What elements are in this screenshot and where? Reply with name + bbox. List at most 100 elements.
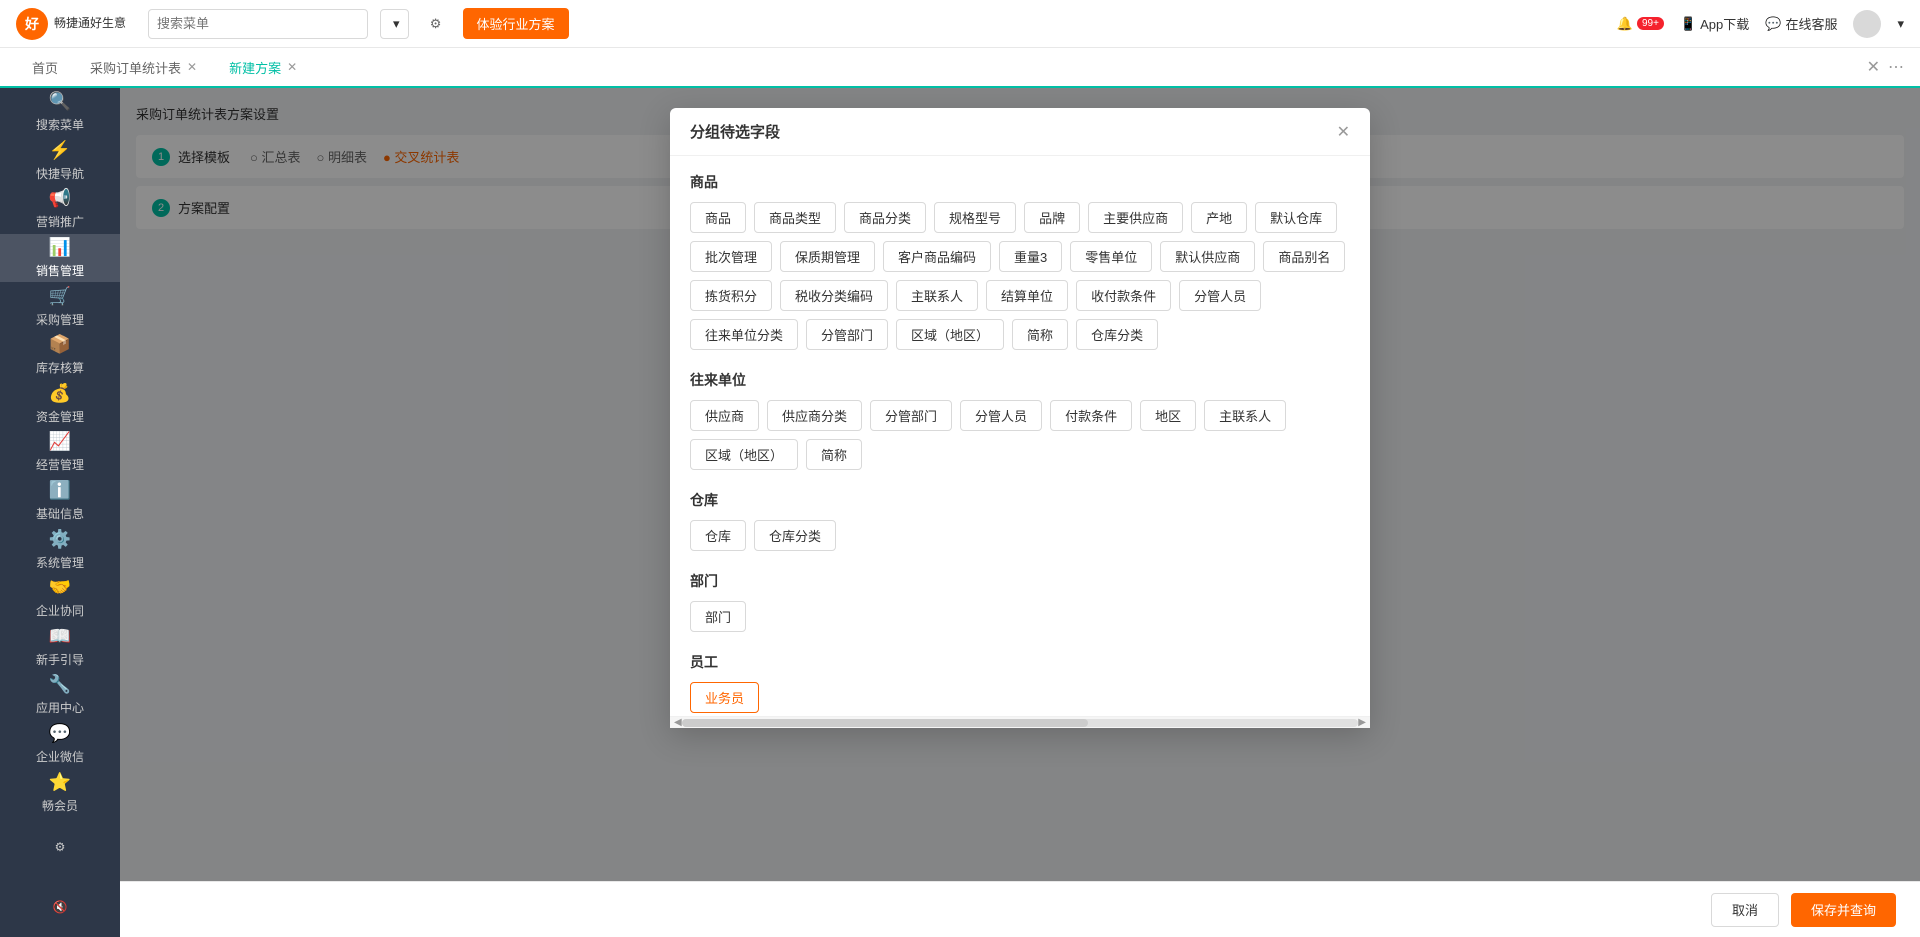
field-chip-settlement-unit[interactable]: 结算单位	[986, 280, 1068, 311]
sidebar-item-wechat[interactable]: 💬 企业微信	[0, 720, 120, 769]
enterprise-icon: 🤝	[49, 577, 71, 598]
field-chip-brand[interactable]: 品牌	[1024, 202, 1080, 233]
modal-body[interactable]: 商品 商品 商品类型 商品分类 规格型号 品牌 主要供应商 产地 默认仓库 批次…	[670, 156, 1370, 716]
marketing-icon: 📢	[49, 188, 71, 209]
field-chip-product[interactable]: 商品	[690, 202, 746, 233]
tab-new-plan[interactable]: 新建方案 ✕	[213, 48, 313, 88]
sidebar-item-purchase-label: 采购管理	[36, 311, 84, 328]
modal-horizontal-scrollbar[interactable]: ◀ ▶	[670, 716, 1370, 728]
field-chip-weight[interactable]: 重量3	[999, 241, 1062, 272]
scroll-right-arrow[interactable]: ▶	[1358, 717, 1366, 728]
field-chip-supplier-category[interactable]: 供应商分类	[767, 400, 862, 431]
service-icon: 💬	[1765, 16, 1781, 32]
field-chip-party-short[interactable]: 简称	[806, 439, 862, 470]
field-chip-party-contact[interactable]: 主联系人	[1204, 400, 1286, 431]
scroll-thumb-horizontal	[682, 719, 1088, 727]
field-chip-warehouse[interactable]: 仓库	[690, 520, 746, 551]
tab-purchase-stats-label: 采购订单统计表	[90, 58, 181, 77]
sidebar-item-app-center-label: 应用中心	[36, 699, 84, 716]
field-chip-pick-points[interactable]: 拣货积分	[690, 280, 772, 311]
sidebar-settings-btn[interactable]: ⚙	[0, 817, 120, 877]
field-chip-payment-terms[interactable]: 收付款条件	[1076, 280, 1171, 311]
field-chip-main-contact[interactable]: 主联系人	[896, 280, 978, 311]
sidebar-item-inventory-label: 库存核算	[36, 359, 84, 376]
modal-close-button[interactable]: ✕	[1337, 122, 1350, 142]
sidebar-item-marketing[interactable]: 📢 营销推广	[0, 185, 120, 234]
field-chip-product-category[interactable]: 商品分类	[844, 202, 926, 233]
nav-dropdown[interactable]: ▾	[380, 9, 409, 39]
field-chip-customer-code[interactable]: 客户商品编码	[883, 241, 991, 272]
logo-icon: 好	[16, 8, 48, 40]
page-footer: 取消 保存并查询	[120, 881, 1920, 937]
tab-purchase-stats-close[interactable]: ✕	[187, 61, 197, 73]
sidebar-item-app-center[interactable]: 🔧 应用中心	[0, 671, 120, 720]
sidebar-item-search[interactable]: 🔍 搜索菜单	[0, 88, 120, 137]
sidebar-item-inventory[interactable]: 📦 库存核算	[0, 331, 120, 380]
employee-section: 员工 业务员	[690, 652, 1350, 713]
search-input[interactable]	[148, 9, 368, 39]
sidebar-item-sales[interactable]: 📊 销售管理	[0, 234, 120, 283]
sidebar-item-guide[interactable]: 📖 新手引导	[0, 623, 120, 672]
sidebar-item-purchase[interactable]: 🛒 采购管理	[0, 282, 120, 331]
sidebar-item-system[interactable]: ⚙️ 系统管理	[0, 525, 120, 574]
field-chip-tax-code[interactable]: 税收分类编码	[780, 280, 888, 311]
field-chip-department[interactable]: 部门	[690, 601, 746, 632]
field-chip-party-region[interactable]: 区域（地区）	[690, 439, 798, 470]
sidebar-item-enterprise[interactable]: 🤝 企业协同	[0, 574, 120, 623]
modal-header: 分组待选字段 ✕	[670, 108, 1370, 156]
field-selection-modal: 分组待选字段 ✕ 商品 商品 商品类型 商品分类 规格型号 品牌	[670, 108, 1370, 728]
field-chip-region[interactable]: 区域（地区）	[896, 319, 1004, 350]
scroll-left-arrow[interactable]: ◀	[674, 717, 682, 728]
field-chip-origin[interactable]: 产地	[1191, 202, 1247, 233]
settings-icon[interactable]: ⚙	[421, 9, 451, 39]
tab-bar-more-icon[interactable]: ⋯	[1888, 57, 1904, 77]
field-chip-short-name[interactable]: 简称	[1012, 319, 1068, 350]
tab-home[interactable]: 首页	[16, 48, 74, 88]
field-chip-party-category[interactable]: 往来单位分类	[690, 319, 798, 350]
field-chip-warehouse-cat[interactable]: 仓库分类	[754, 520, 836, 551]
field-chip-product-type[interactable]: 商品类型	[754, 202, 836, 233]
sidebar-mute-btn[interactable]: 🔇	[0, 877, 120, 937]
field-chip-party-manager[interactable]: 分管人员	[960, 400, 1042, 431]
logo-text: 畅捷通好生意	[54, 16, 126, 30]
app-download-link[interactable]: 📱 App下载	[1680, 14, 1749, 33]
sidebar-item-member[interactable]: ⭐ 畅会员	[0, 768, 120, 817]
purchase-icon: 🛒	[49, 286, 71, 307]
field-chip-party-payment[interactable]: 付款条件	[1050, 400, 1132, 431]
sidebar-item-finance[interactable]: 💰 资金管理	[0, 380, 120, 429]
finance-icon: 💰	[49, 383, 71, 404]
experience-button[interactable]: 体验行业方案	[463, 8, 569, 39]
field-chip-batch-mgmt[interactable]: 批次管理	[690, 241, 772, 272]
field-chip-default-supplier[interactable]: 默认供应商	[1160, 241, 1255, 272]
field-chip-supplier[interactable]: 供应商	[690, 400, 759, 431]
nav-search-area	[148, 9, 368, 39]
notification-area[interactable]: 🔔 99+	[1617, 16, 1664, 32]
wechat-icon: 💬	[49, 723, 71, 744]
field-chip-default-warehouse[interactable]: 默认仓库	[1255, 202, 1337, 233]
field-chip-product-alias[interactable]: 商品别名	[1263, 241, 1345, 272]
avatar[interactable]	[1853, 10, 1881, 38]
product-section: 商品 商品 商品类型 商品分类 规格型号 品牌 主要供应商 产地 默认仓库 批次…	[690, 172, 1350, 350]
save-and-query-button[interactable]: 保存并查询	[1791, 893, 1896, 927]
field-chip-manager[interactable]: 分管人员	[1179, 280, 1261, 311]
party-section-title: 往来单位	[690, 370, 1350, 390]
sidebar-item-base-info[interactable]: ℹ️ 基础信息	[0, 477, 120, 526]
field-chip-retail-unit[interactable]: 零售单位	[1070, 241, 1152, 272]
online-service-link[interactable]: 💬 在线客服	[1765, 14, 1837, 33]
field-chip-main-supplier[interactable]: 主要供应商	[1088, 202, 1183, 233]
sidebar-item-quick-nav[interactable]: ⚡ 快捷导航	[0, 137, 120, 186]
field-chip-area[interactable]: 地区	[1140, 400, 1196, 431]
field-chip-party-dept[interactable]: 分管部门	[870, 400, 952, 431]
field-chip-warehouse-category[interactable]: 仓库分类	[1076, 319, 1158, 350]
field-chip-expiry-mgmt[interactable]: 保质期管理	[780, 241, 875, 272]
field-chip-dept[interactable]: 分管部门	[806, 319, 888, 350]
field-chip-salesperson[interactable]: 业务员	[690, 682, 759, 713]
tab-bar-close-icon[interactable]: ✕	[1867, 57, 1880, 77]
tab-new-plan-close[interactable]: ✕	[287, 61, 297, 73]
field-chip-spec-model[interactable]: 规格型号	[934, 202, 1016, 233]
quick-nav-icon: ⚡	[49, 140, 71, 161]
cancel-button[interactable]: 取消	[1711, 893, 1779, 927]
tab-purchase-stats[interactable]: 采购订单统计表 ✕	[74, 48, 213, 88]
chevron-down-icon-avatar[interactable]: ▾	[1897, 16, 1904, 32]
sidebar-item-operations[interactable]: 📈 经营管理	[0, 428, 120, 477]
